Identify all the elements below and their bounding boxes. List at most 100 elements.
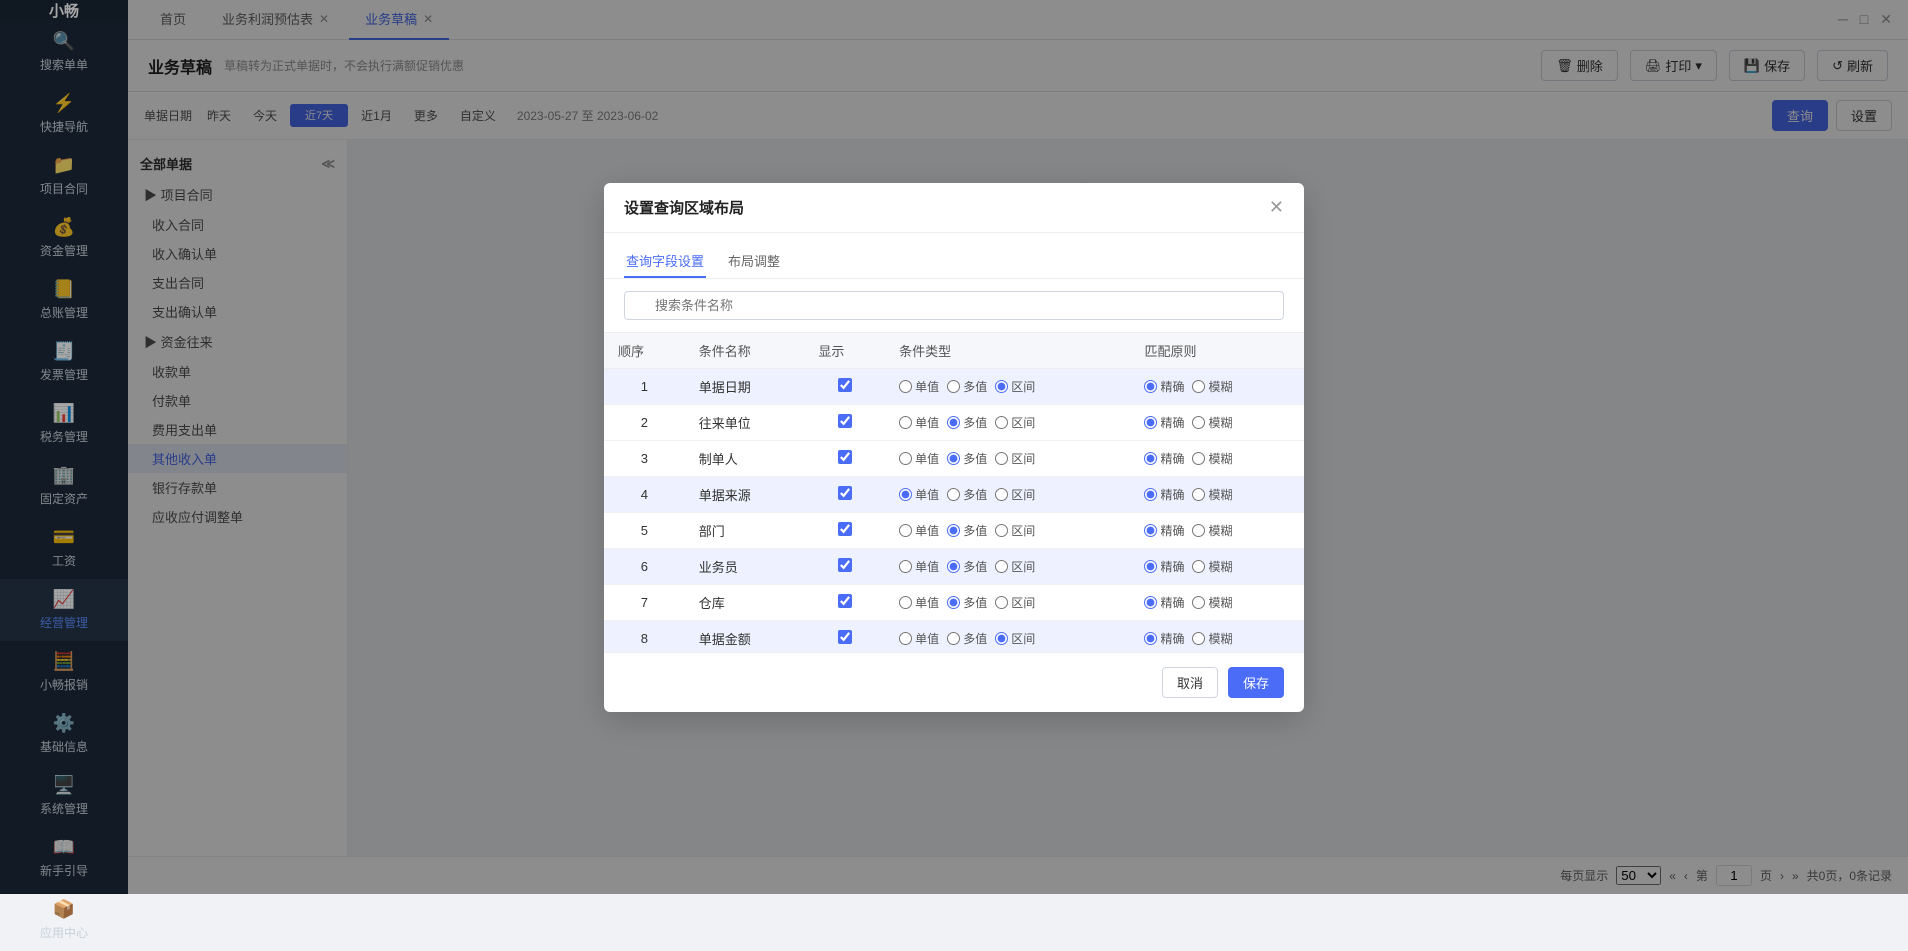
type-radio-1-多值[interactable]: 多值 — [947, 378, 987, 395]
tab-layout-adjust[interactable]: 布局调整 — [726, 245, 782, 278]
match-radio-2-模糊[interactable]: 模糊 — [1192, 414, 1232, 431]
type-radio-3-单值[interactable]: 单值 — [899, 450, 939, 467]
type-radio-2-区间[interactable]: 区间 — [995, 414, 1035, 431]
row-condtype-5: 单值多值区间 — [885, 512, 1130, 548]
row-condtype-8: 单值多值区间 — [885, 620, 1130, 652]
match-radio-7-精确[interactable]: 精确 — [1144, 594, 1184, 611]
row-name-5: 部门 — [685, 512, 805, 548]
type-radio-3-多值[interactable]: 多值 — [947, 450, 987, 467]
appstore-icon: 📦 — [53, 899, 75, 920]
match-radio-8-精确[interactable]: 精确 — [1144, 630, 1184, 647]
modal-tabs: 查询字段设置 布局调整 — [604, 233, 1304, 279]
type-radio-5-多值[interactable]: 多值 — [947, 522, 987, 539]
show-checkbox-6[interactable] — [838, 558, 852, 572]
match-radio-7-模糊[interactable]: 模糊 — [1192, 594, 1232, 611]
match-radio-3-精确[interactable]: 精确 — [1144, 450, 1184, 467]
row-show-7 — [804, 584, 885, 620]
match-radio-1-模糊[interactable]: 模糊 — [1192, 378, 1232, 395]
row-show-3 — [804, 440, 885, 476]
row-show-6 — [804, 548, 885, 584]
type-radio-8-区间[interactable]: 区间 — [995, 630, 1035, 647]
show-checkbox-5[interactable] — [838, 522, 852, 536]
type-radio-6-多值[interactable]: 多值 — [947, 558, 987, 575]
config-row-3: 3制单人单值多值区间精确模糊 — [604, 440, 1304, 476]
type-radio-8-单值[interactable]: 单值 — [899, 630, 939, 647]
modal-save-button[interactable]: 保存 — [1228, 667, 1284, 698]
show-checkbox-4[interactable] — [838, 486, 852, 500]
modal-close-button[interactable]: ✕ — [1269, 197, 1284, 218]
type-radio-2-多值[interactable]: 多值 — [947, 414, 987, 431]
row-match-4: 精确模糊 — [1130, 476, 1304, 512]
match-radio-5-模糊[interactable]: 模糊 — [1192, 522, 1232, 539]
match-radio-2-精确[interactable]: 精确 — [1144, 414, 1184, 431]
type-radio-5-区间[interactable]: 区间 — [995, 522, 1035, 539]
sidebar-label-appstore: 应用中心 — [40, 924, 88, 941]
show-checkbox-7[interactable] — [838, 594, 852, 608]
row-condtype-2: 单值多值区间 — [885, 404, 1130, 440]
row-order-2: 2 — [604, 404, 685, 440]
search-wrapper: 🔍 — [624, 291, 1284, 320]
type-radio-7-区间[interactable]: 区间 — [995, 594, 1035, 611]
config-row-8: 8单据金额单值多值区间精确模糊 — [604, 620, 1304, 652]
match-radio-1-精确[interactable]: 精确 — [1144, 378, 1184, 395]
type-radio-1-单值[interactable]: 单值 — [899, 378, 939, 395]
condition-search-input[interactable] — [624, 291, 1284, 320]
row-order-4: 4 — [604, 476, 685, 512]
row-match-8: 精确模糊 — [1130, 620, 1304, 652]
show-checkbox-8[interactable] — [838, 630, 852, 644]
tab-field-settings[interactable]: 查询字段设置 — [624, 245, 706, 278]
type-radio-6-区间[interactable]: 区间 — [995, 558, 1035, 575]
row-name-2: 往来单位 — [685, 404, 805, 440]
type-radio-7-多值[interactable]: 多值 — [947, 594, 987, 611]
row-name-1: 单据日期 — [685, 368, 805, 404]
show-checkbox-1[interactable] — [838, 378, 852, 392]
row-order-3: 3 — [604, 440, 685, 476]
row-show-1 — [804, 368, 885, 404]
match-radio-6-模糊[interactable]: 模糊 — [1192, 558, 1232, 575]
row-name-6: 业务员 — [685, 548, 805, 584]
type-radio-4-多值[interactable]: 多值 — [947, 486, 987, 503]
type-radio-2-单值[interactable]: 单值 — [899, 414, 939, 431]
type-radio-1-区间[interactable]: 区间 — [995, 378, 1035, 395]
type-radio-8-多值[interactable]: 多值 — [947, 630, 987, 647]
col-show: 显示 — [804, 332, 885, 368]
config-table: 顺序 条件名称 显示 条件类型 匹配原则 1单据日期单值多值区间精确模糊2往来单… — [604, 332, 1304, 652]
row-match-1: 精确模糊 — [1130, 368, 1304, 404]
type-radio-6-单值[interactable]: 单值 — [899, 558, 939, 575]
type-radio-4-区间[interactable]: 区间 — [995, 486, 1035, 503]
config-row-5: 5部门单值多值区间精确模糊 — [604, 512, 1304, 548]
match-radio-5-精确[interactable]: 精确 — [1144, 522, 1184, 539]
match-radio-3-模糊[interactable]: 模糊 — [1192, 450, 1232, 467]
row-match-5: 精确模糊 — [1130, 512, 1304, 548]
row-show-4 — [804, 476, 885, 512]
row-show-5 — [804, 512, 885, 548]
row-order-6: 6 — [604, 548, 685, 584]
col-condition-type: 条件类型 — [885, 332, 1130, 368]
row-match-6: 精确模糊 — [1130, 548, 1304, 584]
row-name-8: 单据金额 — [685, 620, 805, 652]
modal-header: 设置查询区域布局 ✕ — [604, 183, 1304, 233]
row-match-3: 精确模糊 — [1130, 440, 1304, 476]
settings-modal: 设置查询区域布局 ✕ 查询字段设置 布局调整 🔍 — [604, 183, 1304, 712]
type-radio-3-区间[interactable]: 区间 — [995, 450, 1035, 467]
type-radio-4-单值[interactable]: 单值 — [899, 486, 939, 503]
match-radio-6-精确[interactable]: 精确 — [1144, 558, 1184, 575]
col-order: 顺序 — [604, 332, 685, 368]
show-checkbox-2[interactable] — [838, 414, 852, 428]
type-radio-7-单值[interactable]: 单值 — [899, 594, 939, 611]
match-radio-8-模糊[interactable]: 模糊 — [1192, 630, 1232, 647]
col-name: 条件名称 — [685, 332, 805, 368]
row-match-2: 精确模糊 — [1130, 404, 1304, 440]
type-radio-5-单值[interactable]: 单值 — [899, 522, 939, 539]
cancel-button[interactable]: 取消 — [1162, 667, 1218, 698]
col-match: 匹配原则 — [1130, 332, 1304, 368]
match-radio-4-模糊[interactable]: 模糊 — [1192, 486, 1232, 503]
row-match-7: 精确模糊 — [1130, 584, 1304, 620]
row-show-8 — [804, 620, 885, 652]
row-name-4: 单据来源 — [685, 476, 805, 512]
show-checkbox-3[interactable] — [838, 450, 852, 464]
sidebar-item-appstore[interactable]: 📦 应用中心 — [0, 889, 128, 951]
match-radio-4-精确[interactable]: 精确 — [1144, 486, 1184, 503]
row-show-2 — [804, 404, 885, 440]
modal-overlay: 设置查询区域布局 ✕ 查询字段设置 布局调整 🔍 — [0, 0, 1908, 894]
